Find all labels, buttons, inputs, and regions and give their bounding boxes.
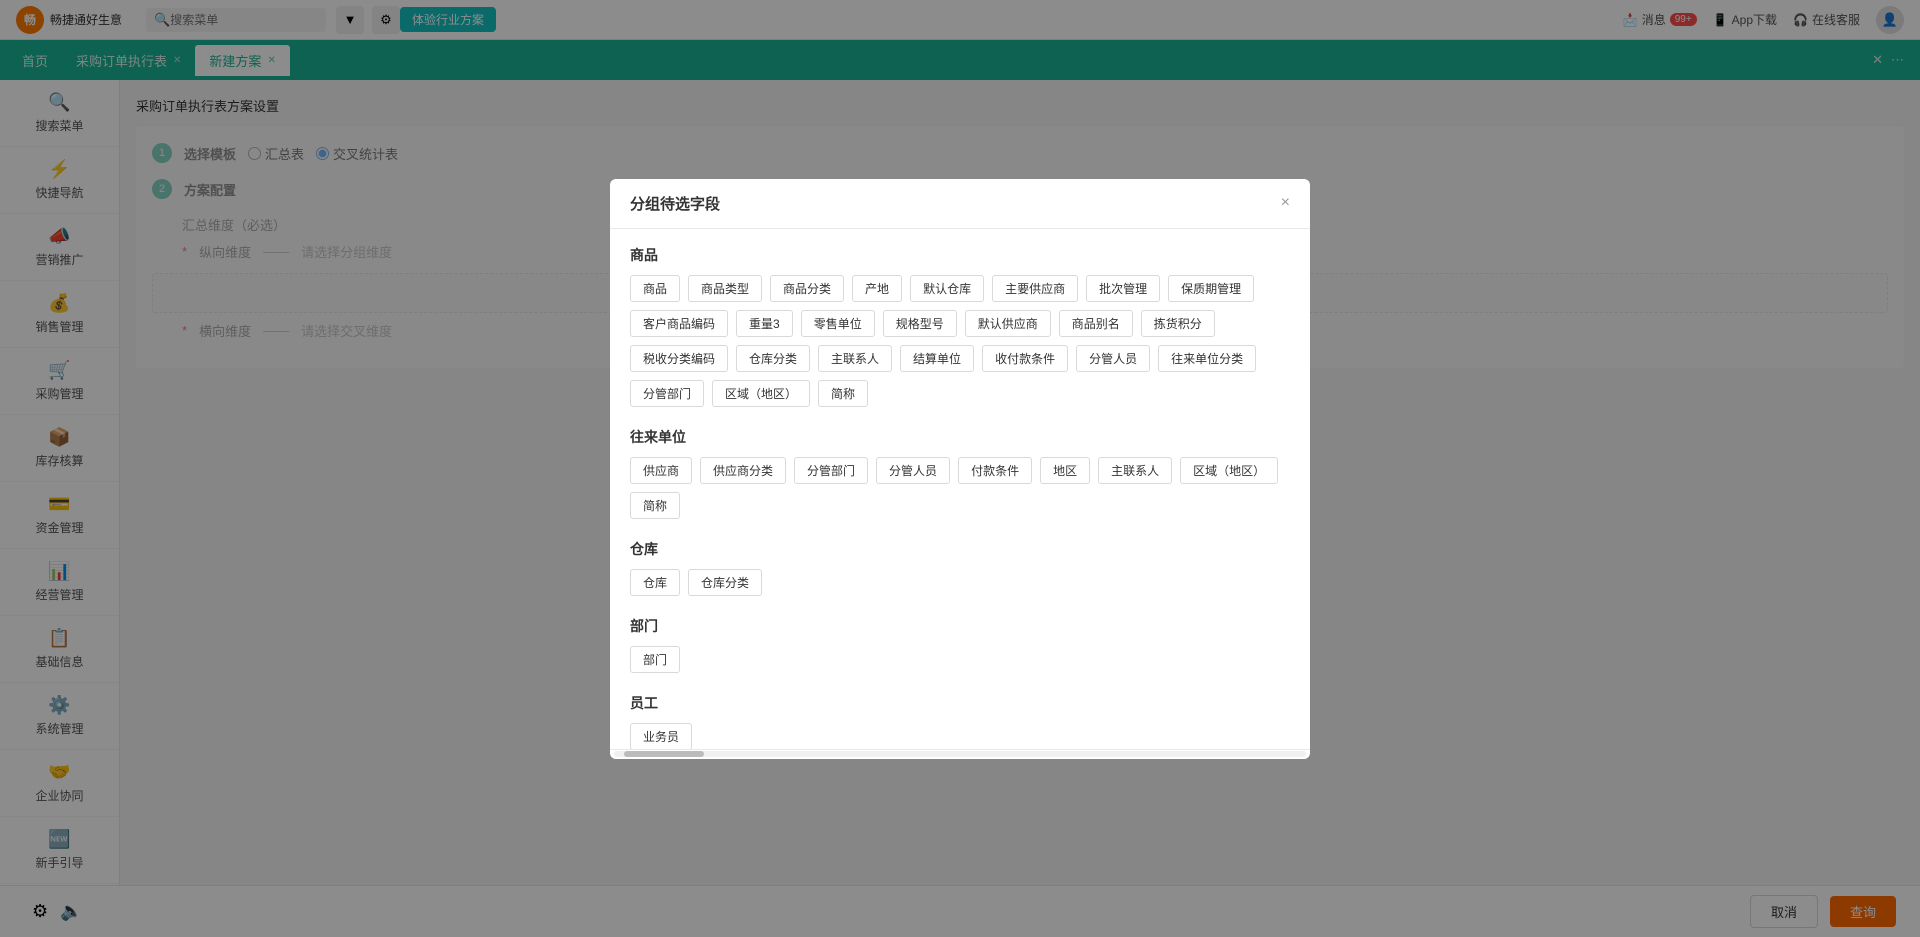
modal-body[interactable]: 商品商品商品类型商品分类产地默认仓库主要供应商批次管理保质期管理客户商品编码重量… bbox=[610, 229, 1310, 749]
horizontal-scrollbar[interactable] bbox=[610, 749, 1310, 759]
hscroll-thumb bbox=[624, 751, 704, 757]
field-tag-0-9[interactable]: 重量3 bbox=[736, 310, 793, 337]
field-section-1: 往来单位供应商供应商分类分管部门分管人员付款条件地区主联系人区域（地区） 简称 bbox=[630, 427, 1290, 519]
field-section-0: 商品商品商品类型商品分类产地默认仓库主要供应商批次管理保质期管理客户商品编码重量… bbox=[630, 245, 1290, 407]
modal-close-button[interactable]: × bbox=[1281, 194, 1290, 212]
field-tag-0-5[interactable]: 主要供应商 bbox=[992, 275, 1078, 302]
field-tags-4: 业务员 bbox=[630, 723, 1290, 749]
hscroll-track bbox=[614, 751, 1306, 757]
field-section-2: 仓库仓库仓库分类 bbox=[630, 539, 1290, 596]
modal-dialog: 分组待选字段 × 商品商品商品类型商品分类产地默认仓库主要供应商批次管理保质期管… bbox=[610, 179, 1310, 759]
field-tag-0-13[interactable]: 商品别名 bbox=[1059, 310, 1133, 337]
field-tag-0-12[interactable]: 默认供应商 bbox=[965, 310, 1051, 337]
field-section-4: 员工业务员 bbox=[630, 693, 1290, 749]
field-tag-2-1[interactable]: 仓库分类 bbox=[688, 569, 762, 596]
field-tag-0-14[interactable]: 拣货积分 bbox=[1141, 310, 1215, 337]
field-tags-1: 供应商供应商分类分管部门分管人员付款条件地区主联系人区域（地区） 简称 bbox=[630, 457, 1290, 519]
section-title-0: 商品 bbox=[630, 245, 1290, 265]
field-section-3: 部门部门 bbox=[630, 616, 1290, 673]
field-tags-2: 仓库仓库分类 bbox=[630, 569, 1290, 596]
field-tag-1-3[interactable]: 分管人员 bbox=[876, 457, 950, 484]
field-tag-1-5[interactable]: 地区 bbox=[1040, 457, 1090, 484]
field-tag-0-17[interactable]: 主联系人 bbox=[818, 345, 892, 372]
section-title-2: 仓库 bbox=[630, 539, 1290, 559]
field-tag-1-1[interactable]: 供应商分类 bbox=[700, 457, 786, 484]
field-tag-1-8[interactable]: 简称 bbox=[630, 492, 680, 519]
field-tag-0-22[interactable]: 分管部门 bbox=[630, 380, 704, 407]
field-tag-0-10[interactable]: 零售单位 bbox=[801, 310, 875, 337]
section-title-4: 员工 bbox=[630, 693, 1290, 713]
field-tag-0-11[interactable]: 规格型号 bbox=[883, 310, 957, 337]
field-tag-0-0[interactable]: 商品 bbox=[630, 275, 680, 302]
field-tag-0-2[interactable]: 商品分类 bbox=[770, 275, 844, 302]
field-tag-0-21[interactable]: 往来单位分类 bbox=[1158, 345, 1256, 372]
field-tag-3-0[interactable]: 部门 bbox=[630, 646, 680, 673]
field-tag-0-20[interactable]: 分管人员 bbox=[1076, 345, 1150, 372]
section-title-3: 部门 bbox=[630, 616, 1290, 636]
field-tag-1-7[interactable]: 区域（地区） bbox=[1180, 457, 1278, 484]
field-tag-2-0[interactable]: 仓库 bbox=[630, 569, 680, 596]
field-tag-0-23[interactable]: 区域（地区） bbox=[712, 380, 810, 407]
field-tags-0: 商品商品类型商品分类产地默认仓库主要供应商批次管理保质期管理客户商品编码重量3 零… bbox=[630, 275, 1290, 407]
field-tag-0-15[interactable]: 税收分类编码 bbox=[630, 345, 728, 372]
modal-title: 分组待选字段 bbox=[630, 193, 720, 214]
field-tag-0-18[interactable]: 结算单位 bbox=[900, 345, 974, 372]
field-tag-0-6[interactable]: 批次管理 bbox=[1086, 275, 1160, 302]
section-title-1: 往来单位 bbox=[630, 427, 1290, 447]
field-tag-1-2[interactable]: 分管部门 bbox=[794, 457, 868, 484]
field-tag-4-0[interactable]: 业务员 bbox=[630, 723, 692, 749]
field-tag-0-7[interactable]: 保质期管理 bbox=[1168, 275, 1254, 302]
modal-header: 分组待选字段 × bbox=[610, 179, 1310, 229]
field-tag-0-16[interactable]: 仓库分类 bbox=[736, 345, 810, 372]
field-tag-0-8[interactable]: 客户商品编码 bbox=[630, 310, 728, 337]
field-tags-3: 部门 bbox=[630, 646, 1290, 673]
field-tag-0-3[interactable]: 产地 bbox=[852, 275, 902, 302]
modal-overlay: 分组待选字段 × 商品商品商品类型商品分类产地默认仓库主要供应商批次管理保质期管… bbox=[0, 0, 1920, 937]
field-tag-0-19[interactable]: 收付款条件 bbox=[982, 345, 1068, 372]
field-tag-0-4[interactable]: 默认仓库 bbox=[910, 275, 984, 302]
field-tag-1-6[interactable]: 主联系人 bbox=[1098, 457, 1172, 484]
field-tag-0-24[interactable]: 简称 bbox=[818, 380, 868, 407]
field-tag-1-4[interactable]: 付款条件 bbox=[958, 457, 1032, 484]
field-tag-1-0[interactable]: 供应商 bbox=[630, 457, 692, 484]
field-tag-0-1[interactable]: 商品类型 bbox=[688, 275, 762, 302]
